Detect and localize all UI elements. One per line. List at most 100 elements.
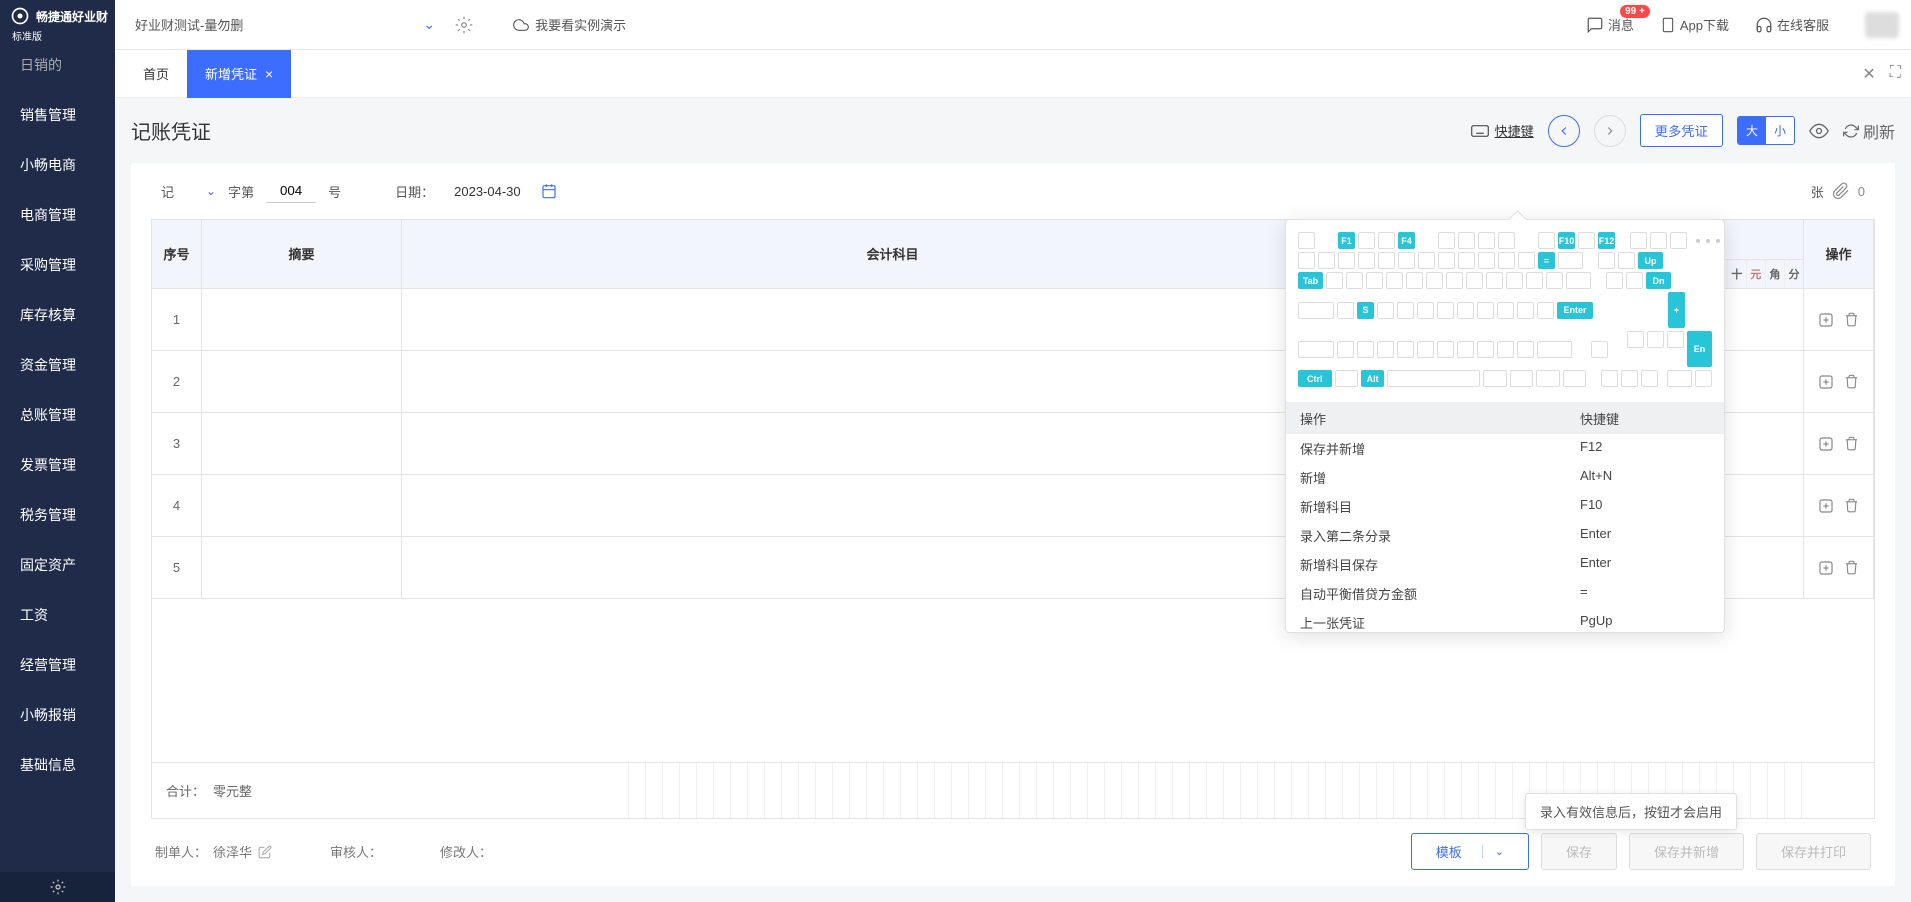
num-suffix: 号 [328, 182, 341, 201]
summary-cell[interactable] [202, 475, 402, 536]
hotkey-trigger[interactable]: 快捷键 [1471, 121, 1534, 140]
brand-icon [10, 6, 30, 26]
next-voucher-button[interactable] [1594, 115, 1626, 147]
tab-close-icon[interactable]: × [265, 66, 273, 82]
add-row-icon[interactable] [1818, 498, 1834, 514]
summary-cell[interactable] [202, 351, 402, 412]
fullscreen-icon[interactable]: ⛶ [1890, 64, 1901, 84]
settings-gear-icon[interactable] [455, 16, 473, 34]
company-dropdown-icon[interactable]: ⌄ [423, 16, 435, 33]
disabled-tooltip: 录入有效信息后，按钮才会启用 [1525, 793, 1737, 830]
sc-op: 新增 [1300, 468, 1580, 487]
delete-row-icon[interactable] [1844, 498, 1859, 513]
user-avatar[interactable] [1865, 12, 1899, 38]
prev-voucher-button[interactable] [1548, 115, 1580, 147]
shortcut-table: 操作 快捷键 保存并新增F12 新增Alt+N 新增科目F10录入第二条分录Ente… [1286, 402, 1724, 632]
sc-header-op: 操作 [1300, 409, 1580, 428]
summary-cell[interactable] [202, 289, 402, 350]
sidebar-item-xc-ecom[interactable]: 小畅电商 [0, 140, 115, 190]
view-icon[interactable] [1809, 121, 1829, 141]
row-actions [1804, 289, 1874, 350]
sidebar-item-gl[interactable]: 总账管理 [0, 390, 115, 440]
subject-cell[interactable] [402, 289, 1384, 350]
refresh-button[interactable]: 刷新 [1843, 119, 1895, 143]
date-label: 日期： [395, 182, 434, 201]
sc-key: Alt+N [1580, 468, 1710, 487]
date-value[interactable]: 2023-04-30 [454, 184, 521, 199]
sidebar-item-assets[interactable]: 固定资产 [0, 540, 115, 590]
more-vouchers-button[interactable]: 更多凭证 [1640, 114, 1723, 147]
summary-cell[interactable] [202, 413, 402, 474]
sidebar-item-bi[interactable]: 经营管理 [0, 640, 115, 690]
keyboard-icon [1471, 124, 1489, 138]
sidebar-item-inventory[interactable]: 库存核算 [0, 290, 115, 340]
refresh-icon [1843, 123, 1859, 139]
sidebar-item-partial[interactable]: 日销的 [0, 50, 115, 90]
subject-cell[interactable] [402, 351, 1384, 412]
total-label: 合计： [166, 781, 205, 800]
key-enter: Enter [1557, 302, 1593, 319]
demo-link[interactable]: 我要看实例演示 [513, 15, 626, 34]
sc-header-key: 快捷键 [1580, 409, 1710, 428]
shortcut-row: 自动平衡借贷方金额= [1286, 579, 1724, 608]
word-label: 字第 [228, 182, 254, 201]
sidebar-item-expense[interactable]: 小畅报销 [0, 690, 115, 740]
support-button[interactable]: 在线客服 [1755, 15, 1829, 34]
voucher-number-input[interactable] [266, 179, 316, 203]
sidebar-settings-icon[interactable] [0, 872, 115, 902]
tab-home[interactable]: 首页 [125, 50, 187, 98]
sidebar-item-purchase[interactable]: 采购管理 [0, 240, 115, 290]
maker-value: 徐泽华 [213, 842, 252, 861]
th-subject: 会计科目 [402, 220, 1384, 288]
chevron-down-icon[interactable]: ⌄ [1482, 845, 1504, 858]
hotkey-popover: F1 F4 F10 F12 [1285, 219, 1725, 633]
add-row-icon[interactable] [1818, 436, 1834, 452]
download-button[interactable]: App下载 [1660, 15, 1729, 34]
delete-row-icon[interactable] [1844, 560, 1859, 575]
size-large[interactable]: 大 [1738, 117, 1766, 144]
sidebar-item-tax[interactable]: 税务管理 [0, 490, 115, 540]
chevron-down-icon[interactable]: ⌄ [206, 184, 216, 198]
subject-cell[interactable] [402, 413, 1384, 474]
delete-row-icon[interactable] [1844, 436, 1859, 451]
key-s: S [1357, 302, 1374, 319]
add-row-icon[interactable] [1818, 312, 1834, 328]
content: 记账凭证 快捷键 更多凭证 大 小 [115, 98, 1911, 902]
row-actions [1804, 537, 1874, 598]
edition-label: 标准版 [12, 28, 42, 43]
attachment-icon[interactable] [1832, 182, 1850, 200]
shortcut-row: 保存并新增F12 [1286, 434, 1724, 463]
sc-op: 保存并新增 [1300, 439, 1580, 458]
sidebar-item-funds[interactable]: 资金管理 [0, 340, 115, 390]
messages-button[interactable]: 消息 99 + [1586, 15, 1634, 34]
key-f1: F1 [1338, 232, 1355, 249]
add-row-icon[interactable] [1818, 374, 1834, 390]
shortcut-row: 新增科目F10 [1286, 492, 1724, 521]
auditor-label: 审核人： [330, 842, 382, 861]
shortcut-row: 录入第二条分录Enter [1286, 521, 1724, 550]
sidebar-item-ecom[interactable]: 电商管理 [0, 190, 115, 240]
unit-十: 十 [1728, 260, 1747, 288]
subject-cell[interactable] [402, 537, 1384, 598]
summary-cell[interactable] [202, 537, 402, 598]
phone-icon [1660, 17, 1676, 33]
sc-op: 新增科目 [1300, 497, 1580, 516]
delete-row-icon[interactable] [1844, 374, 1859, 389]
delete-row-icon[interactable] [1844, 312, 1859, 327]
close-all-icon[interactable]: ✕ [1862, 64, 1875, 84]
edit-maker-icon[interactable] [258, 845, 272, 859]
sidebar-item-salary[interactable]: 工资 [0, 590, 115, 640]
template-button[interactable]: 模板 ⌄ [1411, 833, 1529, 870]
sidebar-item-sales[interactable]: 销售管理 [0, 90, 115, 140]
sidebar-item-invoice[interactable]: 发票管理 [0, 440, 115, 490]
subject-cell[interactable] [402, 475, 1384, 536]
sidebar-item-base[interactable]: 基础信息 [0, 740, 115, 790]
tab-new-voucher[interactable]: 新增凭证 × [187, 50, 291, 98]
calendar-icon[interactable] [541, 183, 557, 199]
row-actions [1804, 413, 1874, 474]
size-small[interactable]: 小 [1766, 117, 1794, 144]
add-row-icon[interactable] [1818, 560, 1834, 576]
voucher-type[interactable]: 记 [161, 182, 174, 201]
company-selector[interactable]: 好业财测试-量勿删 [135, 15, 243, 34]
th-ops: 操作 [1804, 220, 1874, 288]
